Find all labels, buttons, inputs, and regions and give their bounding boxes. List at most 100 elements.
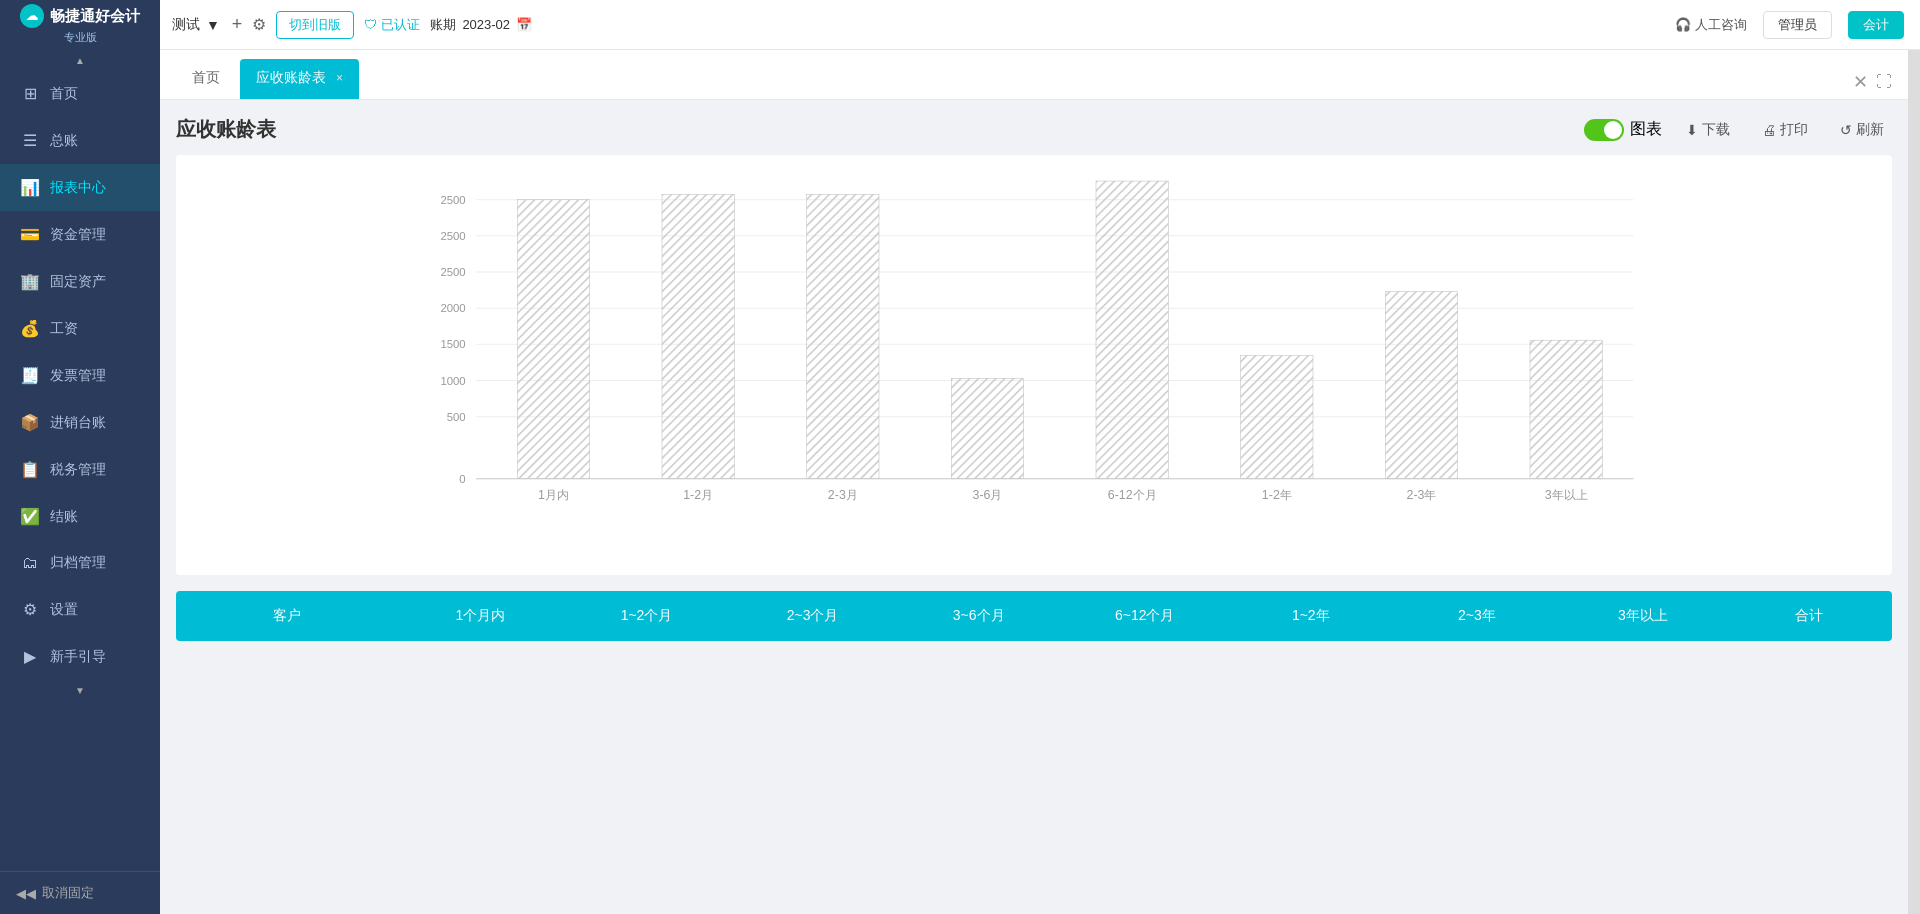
sidebar-label-archive: 归档管理	[50, 554, 106, 572]
project-selector[interactable]: 测试 ▼	[172, 16, 220, 34]
th-1-2year: 1~2年	[1228, 591, 1394, 641]
settings-icon: ⚙	[20, 600, 40, 619]
svg-text:2500: 2500	[440, 194, 465, 206]
svg-text:1-2月: 1-2月	[683, 488, 713, 502]
role-button[interactable]: 会计	[1848, 11, 1904, 39]
report-header: 应收账龄表 图表 ⬇ 下载 🖨 打印 ↺	[176, 116, 1892, 143]
tab-current-label: 应收账龄表	[256, 69, 326, 85]
consult-button[interactable]: 🎧 人工咨询	[1675, 16, 1747, 34]
chart-toggle-group: 图表	[1584, 119, 1662, 141]
th-3plus: 3年以上	[1560, 591, 1726, 641]
sidebar-item-settings[interactable]: ⚙ 设置	[0, 586, 160, 633]
sidebar-label-settings: 设置	[50, 601, 78, 619]
content-area: 首页 应收账龄表 × ✕ ⛶ 应收账龄表 图表	[160, 50, 1908, 914]
bar-6-12月	[1096, 181, 1168, 479]
sidebar-item-invoice[interactable]: 🧾 发票管理	[0, 352, 160, 399]
download-button[interactable]: ⬇ 下载	[1678, 117, 1738, 143]
archive-icon: 🗂	[20, 554, 40, 572]
switch-version-button[interactable]: 切到旧版	[276, 11, 354, 39]
sidebar-item-guide[interactable]: ▶ 新手引导	[0, 633, 160, 680]
sidebar-label-report: 报表中心	[50, 179, 106, 197]
sidebar-label-assets: 固定资产	[50, 273, 106, 291]
svg-text:1000: 1000	[440, 375, 465, 387]
period-info: 账期 2023-02 📅	[430, 16, 532, 34]
certified-badge: 🛡 已认证	[364, 16, 420, 34]
tab-receivable-aging[interactable]: 应收账龄表 ×	[240, 59, 359, 99]
gear-icon[interactable]: ⚙	[252, 15, 266, 34]
period-value: 2023-02	[462, 17, 510, 32]
sidebar-item-home[interactable]: ⊞ 首页	[0, 70, 160, 117]
cancel-fixed-button[interactable]: ◀◀ 取消固定	[0, 872, 160, 914]
report-page: 应收账龄表 图表 ⬇ 下载 🖨 打印 ↺	[160, 100, 1908, 914]
topbar-actions: + ⚙ 切到旧版 🛡 已认证 账期 2023-02 📅	[232, 11, 532, 39]
sidebar-label-funds: 资金管理	[50, 226, 106, 244]
print-label: 打印	[1780, 121, 1808, 139]
pin-icon: ◀◀	[16, 886, 36, 901]
refresh-button[interactable]: ↺ 刷新	[1832, 117, 1892, 143]
sidebar-item-ledger[interactable]: ☰ 总账	[0, 117, 160, 164]
calendar-icon[interactable]: 📅	[516, 17, 532, 32]
expand-icon[interactable]: ⛶	[1876, 73, 1892, 91]
svg-text:500: 500	[447, 411, 466, 423]
sidebar-label-trade: 进销台账	[50, 414, 106, 432]
manager-button[interactable]: 管理员	[1763, 11, 1832, 39]
sidebar-item-tax[interactable]: 📋 税务管理	[0, 446, 160, 493]
svg-text:3年以上: 3年以上	[1545, 488, 1588, 502]
topbar: ☁ 畅捷通好会计 专业版 测试 ▼ + ⚙ 切到旧版 🛡 已认证 账期 2023…	[0, 0, 1920, 50]
assets-icon: 🏢	[20, 272, 40, 291]
chart-toggle[interactable]	[1584, 119, 1624, 141]
funds-icon: 💳	[20, 225, 40, 244]
guide-icon: ▶	[20, 647, 40, 666]
settle-icon: ✅	[20, 507, 40, 526]
sidebar-item-funds[interactable]: 💳 资金管理	[0, 211, 160, 258]
tab-bar-actions: ✕ ⛶	[1853, 71, 1892, 99]
table-header: 客户 1个月内 1~2个月 2~3个月 3~6个月 6~12个月 1~2年 2~…	[176, 591, 1892, 641]
chart-label: 图表	[1630, 119, 1662, 140]
sidebar-label-settle: 结账	[50, 508, 78, 526]
main-layout: ▲ ⊞ 首页 ☰ 总账 📊 报表中心 💳 资金管理 🏢 固定资产 💰 工资 🧾 …	[0, 50, 1920, 914]
tab-close-icon[interactable]: ×	[336, 71, 343, 85]
sidebar-item-report[interactable]: 📊 报表中心	[0, 164, 160, 211]
sidebar-item-salary[interactable]: 💰 工资	[0, 305, 160, 352]
sidebar-item-trade[interactable]: 📦 进销台账	[0, 399, 160, 446]
bar-1-2月	[662, 195, 734, 479]
bar-3年以上	[1530, 340, 1602, 478]
bar-3-6月	[951, 378, 1023, 478]
bar-2-3月	[807, 195, 879, 479]
print-button[interactable]: 🖨 打印	[1754, 117, 1816, 143]
svg-text:1月内: 1月内	[538, 488, 569, 502]
sidebar-item-settle[interactable]: ✅ 结账	[0, 493, 160, 540]
refresh-icon: ↺	[1840, 122, 1852, 138]
svg-text:3-6月: 3-6月	[973, 488, 1003, 502]
logo-sub: 专业版	[64, 30, 97, 45]
sidebar-item-assets[interactable]: 🏢 固定资产	[0, 258, 160, 305]
right-scrollbar[interactable]	[1908, 50, 1920, 914]
sidebar-scroll-down[interactable]: ▼	[0, 680, 160, 700]
report-title: 应收账龄表	[176, 116, 276, 143]
download-label: 下载	[1702, 121, 1730, 139]
invoice-icon: 🧾	[20, 366, 40, 385]
topbar-right: 🎧 人工咨询 管理员 会计	[1675, 11, 1904, 39]
sidebar-item-archive[interactable]: 🗂 归档管理	[0, 540, 160, 586]
report-tools: 图表 ⬇ 下载 🖨 打印 ↺ 刷新	[1584, 117, 1892, 143]
sidebar-bottom: ◀◀ 取消固定	[0, 871, 160, 914]
tab-home[interactable]: 首页	[176, 59, 236, 99]
th-6-12month: 6~12个月	[1062, 591, 1228, 641]
logo-main: ☁ 畅捷通好会计	[20, 4, 140, 28]
salary-icon: 💰	[20, 319, 40, 338]
ledger-icon: ☰	[20, 131, 40, 150]
svg-text:2500: 2500	[440, 266, 465, 278]
th-1-2month: 1~2个月	[563, 591, 729, 641]
tax-icon: 📋	[20, 460, 40, 479]
download-icon: ⬇	[1686, 122, 1698, 138]
svg-text:1500: 1500	[440, 338, 465, 350]
table-wrapper: 客户 1个月内 1~2个月 2~3个月 3~6个月 6~12个月 1~2年 2~…	[176, 591, 1892, 641]
add-icon[interactable]: +	[232, 14, 243, 35]
close-window-icon[interactable]: ✕	[1853, 71, 1868, 93]
th-2-3year: 2~3年	[1394, 591, 1560, 641]
svg-text:2-3月: 2-3月	[828, 488, 858, 502]
home-icon: ⊞	[20, 84, 40, 103]
svg-text:1-2年: 1-2年	[1262, 488, 1292, 502]
sidebar-scroll-up[interactable]: ▲	[0, 50, 160, 70]
bar-1月内	[517, 200, 589, 479]
